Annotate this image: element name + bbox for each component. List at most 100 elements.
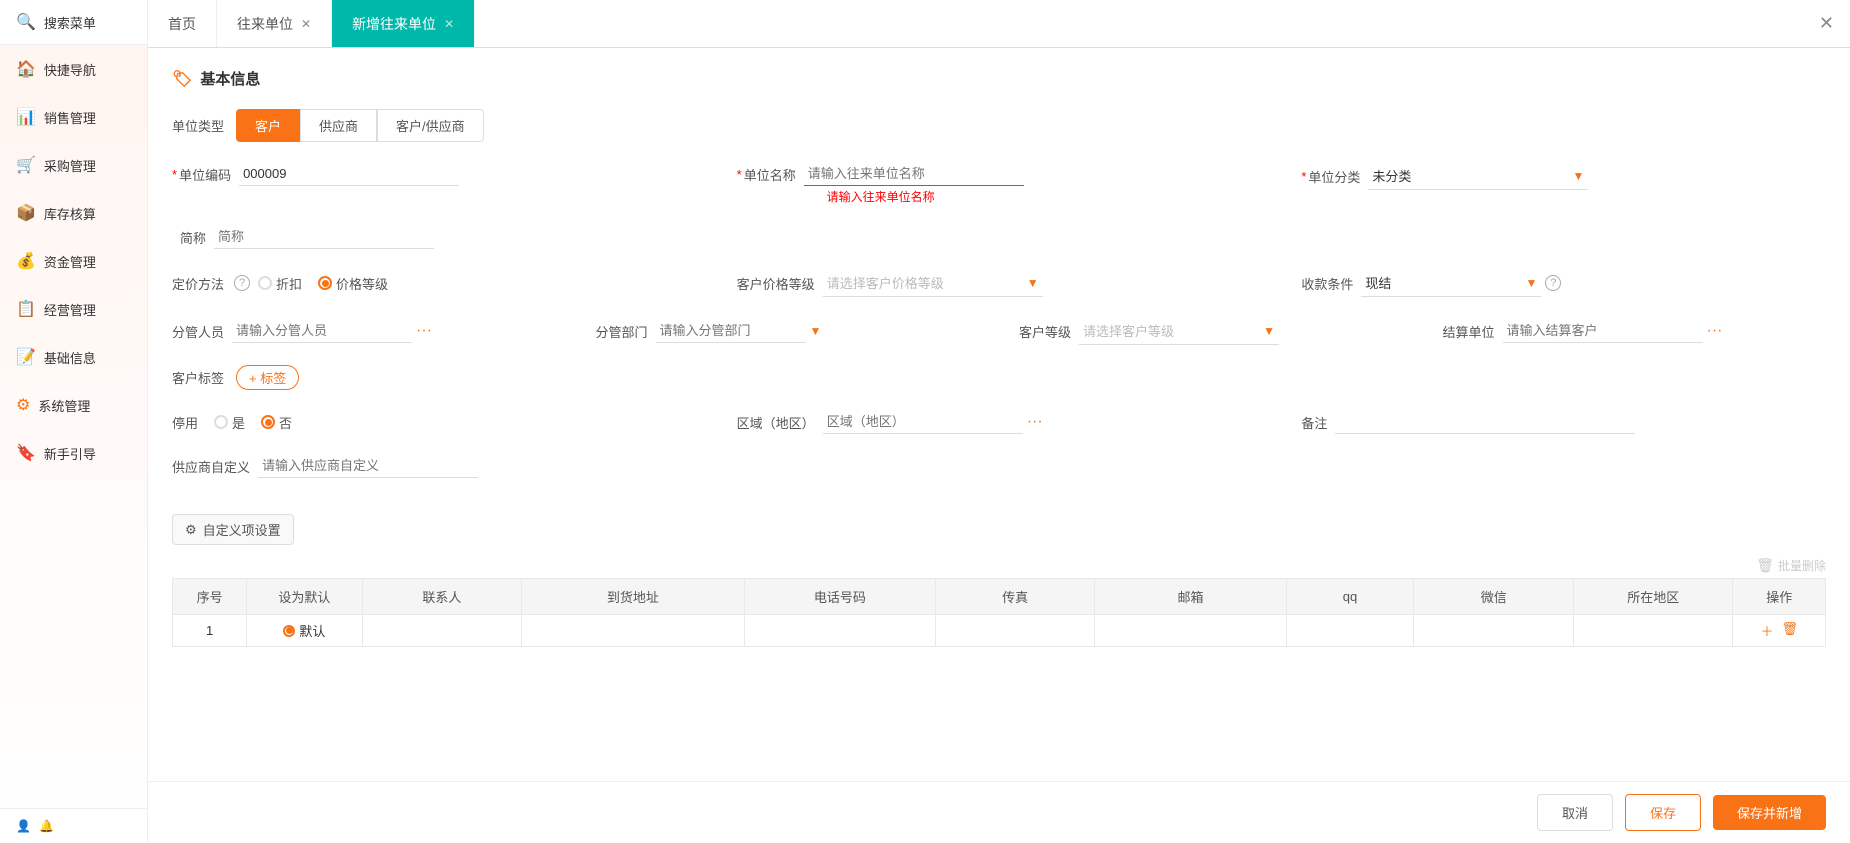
save-button[interactable]: 保存	[1625, 794, 1701, 831]
sidebar-item-quick-nav[interactable]: 🏠 快捷导航	[0, 45, 147, 93]
sidebar-search[interactable]: 🔍 搜索菜单	[0, 0, 147, 45]
tab-partners[interactable]: 往来单位 ✕	[217, 0, 332, 47]
customer-price-level-placeholder: 请选择客户价格等级	[827, 273, 944, 292]
disabled-label: 停用	[172, 413, 198, 432]
pricing-method-radio-group: 折扣 价格等级	[258, 274, 388, 293]
form-footer: 取消 保存 保存并新增	[148, 781, 1850, 843]
unit-type-label: 单位类型	[172, 116, 224, 135]
sales-icon: 📊	[16, 107, 36, 127]
sidebar-item-guide[interactable]: 🔖 新手引导	[0, 429, 147, 477]
pricing-discount-radio[interactable]	[258, 276, 272, 290]
default-radio[interactable]	[283, 625, 295, 637]
supplier-custom-input[interactable]	[258, 454, 478, 478]
sidebar-item-basic[interactable]: 📝 基础信息	[0, 333, 147, 381]
department-input[interactable]	[656, 319, 806, 343]
cell-qq[interactable]	[1286, 615, 1414, 647]
row-delete-icon[interactable]: 🗑	[1781, 621, 1798, 640]
pricing-discount-option[interactable]: 折扣	[258, 274, 302, 293]
col-qq: qq	[1286, 579, 1414, 615]
cell-row-actions: ＋ 🗑	[1733, 615, 1826, 647]
payment-terms-select[interactable]: 现结 ▼	[1361, 269, 1541, 297]
col-seq: 序号	[173, 579, 247, 615]
col-email: 邮箱	[1095, 579, 1286, 615]
customer-price-level-field: 客户价格等级 请选择客户价格等级 ▼	[737, 269, 1262, 297]
pricing-level-radio[interactable]	[318, 276, 332, 290]
cancel-button[interactable]: 取消	[1537, 794, 1613, 831]
tab-new-partner-close[interactable]: ✕	[444, 17, 454, 31]
disabled-field: 停用 是 否	[172, 413, 697, 432]
purchase-icon: 🛒	[16, 155, 36, 175]
save-new-button[interactable]: 保存并新增	[1713, 795, 1826, 830]
sidebar-search-label: 搜索菜单	[44, 13, 96, 32]
unit-type-supplier-btn[interactable]: 供应商	[300, 109, 377, 142]
supplier-custom-label: 供应商自定义	[172, 457, 250, 476]
payment-terms-help-icon[interactable]: ?	[1545, 275, 1561, 291]
sidebar-label-quick-nav: 快捷导航	[44, 60, 96, 79]
cell-contact[interactable]	[362, 615, 522, 647]
remark-input[interactable]	[1335, 410, 1635, 434]
sidebar-item-finance[interactable]: 💰 资金管理	[0, 237, 147, 285]
cell-phone[interactable]	[744, 615, 935, 647]
sidebar-label-sales: 销售管理	[44, 108, 96, 127]
finance-icon: 💰	[16, 251, 36, 271]
sidebar-item-sales[interactable]: 📊 销售管理	[0, 93, 147, 141]
pricing-discount-label: 折扣	[276, 274, 302, 293]
region-input[interactable]	[823, 410, 1023, 434]
pricing-method-help-icon[interactable]: ?	[234, 275, 250, 291]
guide-icon: 🔖	[16, 443, 36, 463]
manager-input[interactable]	[232, 319, 412, 343]
cell-fax[interactable]	[935, 615, 1095, 647]
department-field: 分管部门 ▼	[596, 319, 980, 343]
tab-partners-close[interactable]: ✕	[301, 17, 311, 31]
disabled-yes-radio[interactable]	[214, 415, 228, 429]
manager-more-icon[interactable]: ···	[416, 322, 432, 340]
sidebar-item-operation[interactable]: 📋 经营管理	[0, 285, 147, 333]
disabled-no-radio[interactable]	[261, 415, 275, 429]
batch-delete-label[interactable]: 批量删除	[1778, 557, 1826, 574]
region-more-icon[interactable]: ···	[1027, 413, 1043, 431]
col-contact: 联系人	[362, 579, 522, 615]
cell-email[interactable]	[1095, 615, 1286, 647]
search-icon: 🔍	[16, 12, 36, 32]
sidebar-label-guide: 新手引导	[44, 444, 96, 463]
settlement-unit-input[interactable]	[1503, 319, 1703, 343]
unit-code-required: *	[172, 167, 177, 182]
pricing-level-label: 价格等级	[336, 274, 388, 293]
row-add-icon[interactable]: ＋	[1760, 621, 1773, 640]
disabled-yes-label: 是	[232, 413, 245, 432]
table-header-row: 序号 设为默认 联系人 到货地址 电话号码 传真 邮箱 qq 微信 所在地区 操…	[173, 579, 1826, 615]
tab-new-partner[interactable]: 新增往来单位 ✕	[332, 0, 475, 47]
disabled-yes-option[interactable]: 是	[214, 413, 245, 432]
pricing-level-option[interactable]: 价格等级	[318, 274, 388, 293]
unit-type-group: 客户 供应商 客户/供应商	[236, 109, 484, 142]
cell-row-region[interactable]	[1573, 615, 1733, 647]
unit-category-select[interactable]: 未分类 ▼	[1368, 162, 1588, 190]
unit-code-input[interactable]	[239, 162, 459, 186]
sidebar-item-system[interactable]: ⚙ 系统管理	[0, 381, 147, 429]
table-row: 1 默认	[173, 615, 1826, 647]
customer-price-level-select[interactable]: 请选择客户价格等级 ▼	[823, 269, 1043, 297]
disabled-no-option[interactable]: 否	[261, 413, 292, 432]
unit-type-both-btn[interactable]: 客户/供应商	[377, 109, 484, 142]
close-all-tabs-button[interactable]: ✕	[1803, 13, 1850, 34]
unit-name-input[interactable]	[804, 162, 1024, 186]
settlement-unit-label: 结算单位	[1443, 322, 1495, 341]
default-label: 默认	[299, 621, 325, 640]
payment-terms-arrow-icon: ▼	[1525, 276, 1537, 290]
sidebar-item-purchase[interactable]: 🛒 采购管理	[0, 141, 147, 189]
add-tag-button[interactable]: + 标签	[236, 365, 299, 390]
customer-tag-row: 客户标签 + 标签	[172, 365, 1826, 390]
unit-type-row: 单位类型 客户 供应商 客户/供应商	[172, 109, 1826, 142]
main-content: 首页 往来单位 ✕ 新增往来单位 ✕ ✕ 🏷 基本信息 单位类型 客户 供应商 …	[148, 0, 1850, 843]
sidebar-item-inventory[interactable]: 📦 库存核算	[0, 189, 147, 237]
settlement-unit-more-icon[interactable]: ···	[1707, 322, 1723, 340]
cell-address[interactable]	[522, 615, 745, 647]
tab-home[interactable]: 首页	[148, 0, 217, 47]
cell-wechat[interactable]	[1414, 615, 1574, 647]
customer-level-select[interactable]: 请选择客户等级 ▼	[1079, 317, 1279, 345]
unit-type-customer-btn[interactable]: 客户	[236, 109, 300, 142]
user-avatar-icon: 👤	[16, 819, 31, 833]
short-name-label: 简称	[180, 228, 206, 247]
short-name-input[interactable]	[214, 225, 434, 249]
custom-settings-button[interactable]: ⚙ 自定义项设置	[172, 514, 294, 545]
